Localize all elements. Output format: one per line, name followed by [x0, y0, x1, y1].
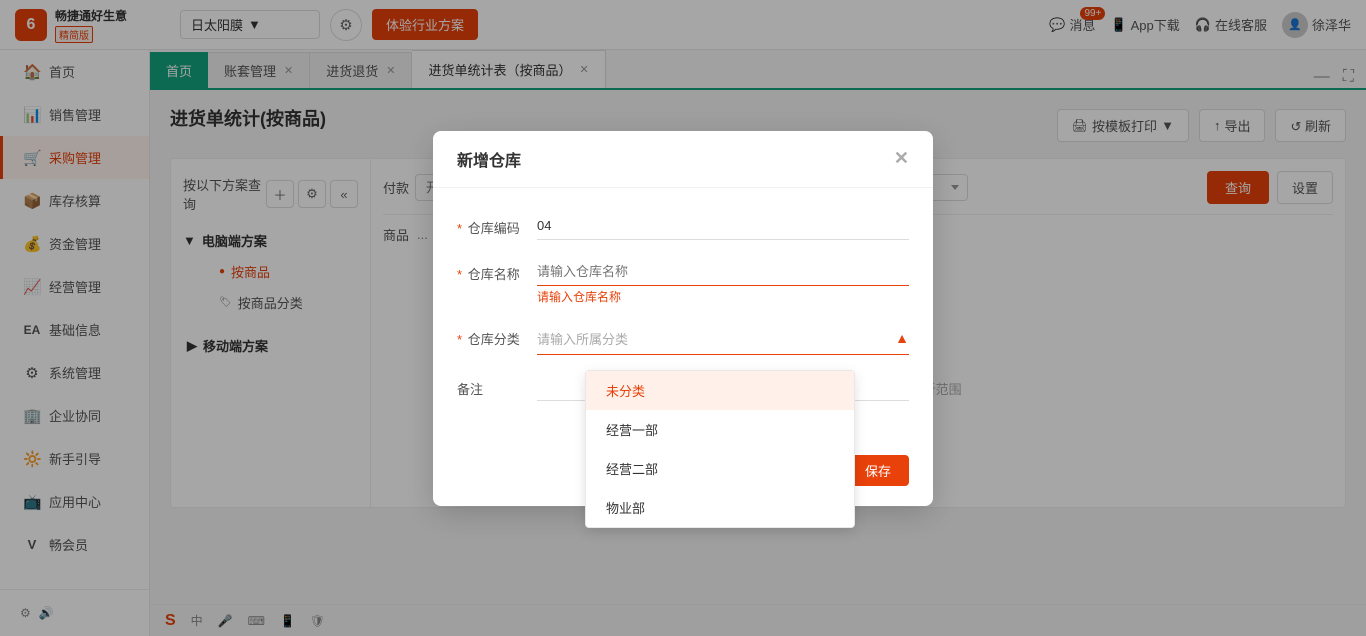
- name-field-control: 请输入仓库名称: [537, 258, 909, 305]
- dropdown-option-dept1[interactable]: 经营一部: [586, 410, 854, 449]
- category-form-row: * 仓库分类 请输入所属分类 ▲: [457, 323, 909, 355]
- dropdown-option-property[interactable]: 物业部: [586, 488, 854, 527]
- dropdown-option-dept2[interactable]: 经营二部: [586, 449, 854, 488]
- code-input[interactable]: [537, 212, 909, 240]
- category-field-control: 请输入所属分类 ▲: [537, 323, 909, 355]
- name-input[interactable]: [537, 258, 909, 286]
- category-label: * 仓库分类: [457, 323, 537, 348]
- category-select-box[interactable]: 请输入所属分类 ▲: [537, 323, 909, 355]
- remark-label: 备注: [457, 373, 537, 398]
- category-placeholder: 请输入所属分类: [537, 329, 628, 348]
- save-button[interactable]: 保存: [847, 455, 909, 486]
- name-form-row: * 仓库名称 请输入仓库名称: [457, 258, 909, 305]
- code-label: * 仓库编码: [457, 212, 537, 237]
- dropdown-option-uncategorized[interactable]: 未分类: [586, 371, 854, 410]
- modal-title: 新增仓库: [457, 147, 521, 171]
- modal-header: 新增仓库 ✕: [433, 131, 933, 188]
- category-dropdown-arrow-icon: ▲: [895, 330, 909, 346]
- code-form-row: * 仓库编码: [457, 212, 909, 240]
- modal-overlay: 新增仓库 ✕ * 仓库编码 * 仓库名称: [0, 0, 1366, 636]
- name-label: * 仓库名称: [457, 258, 537, 283]
- code-field-control: [537, 212, 909, 240]
- modal-close-button[interactable]: ✕: [894, 148, 909, 169]
- name-error-msg: 请输入仓库名称: [537, 288, 909, 305]
- category-dropdown-list: 未分类 经营一部 经营二部 物业部: [585, 370, 855, 528]
